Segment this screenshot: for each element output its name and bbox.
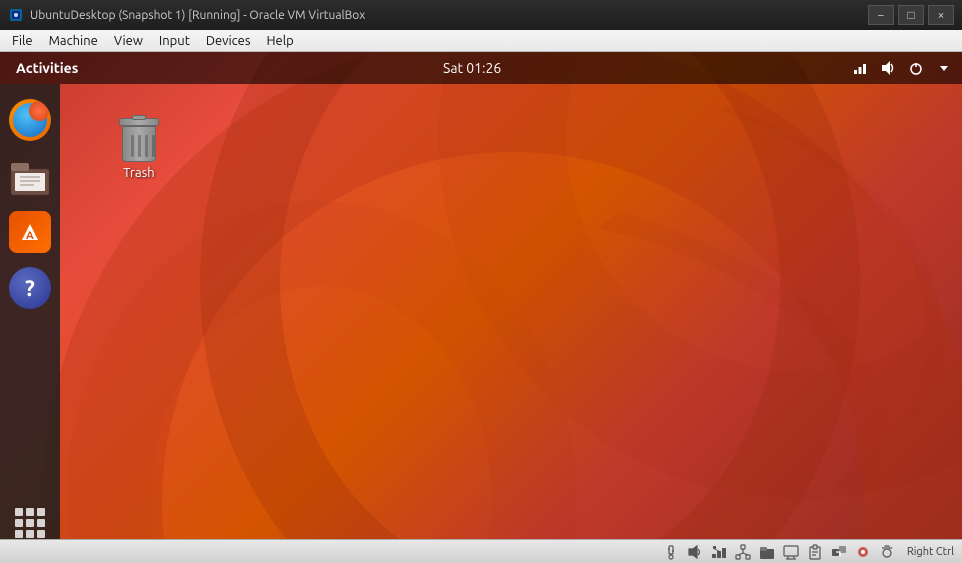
grid-dot <box>26 530 34 538</box>
grid-dot <box>37 530 45 538</box>
power-icon[interactable] <box>906 58 926 78</box>
grid-dot <box>15 530 23 538</box>
trash-handle <box>132 115 146 120</box>
virtualbox-icon <box>8 7 24 23</box>
right-ctrl-label: Right Ctrl <box>907 546 954 558</box>
minimize-button[interactable]: − <box>868 5 894 25</box>
trash-line <box>138 135 141 157</box>
audio-status-icon[interactable] <box>685 543 705 561</box>
grid-dot <box>26 508 34 516</box>
filemanager-icon <box>9 155 51 197</box>
shared-folders-icon[interactable] <box>757 543 777 561</box>
dock-item-firefox[interactable] <box>6 96 54 144</box>
trash-lid <box>119 118 159 126</box>
close-button[interactable]: × <box>928 5 954 25</box>
window-controls: − □ × <box>868 5 954 25</box>
dock-item-help[interactable]: ? <box>6 264 54 312</box>
grid-dot <box>26 519 34 527</box>
display-status-icon[interactable] <box>781 543 801 561</box>
recording-status-icon[interactable] <box>853 543 873 561</box>
window-title: UbuntuDesktop (Snapshot 1) [Running] - O… <box>30 9 868 22</box>
dock-item-filemanager[interactable] <box>6 152 54 200</box>
appstore-icon: A <box>9 211 51 253</box>
activities-button[interactable]: Activities <box>0 52 94 84</box>
volume-icon[interactable] <box>878 58 898 78</box>
vbox-statusbar: Right Ctrl <box>0 539 962 563</box>
dock-item-appstore[interactable]: A <box>6 208 54 256</box>
grid-dot <box>15 519 23 527</box>
trash-desktop-icon[interactable]: Trash <box>115 114 163 184</box>
clock-display: Sat 01:26 <box>443 60 501 76</box>
grid-dot <box>15 508 23 516</box>
firefox-icon <box>9 99 51 141</box>
trash-can-graphic <box>119 118 159 162</box>
grid-dot <box>37 508 45 516</box>
network-icon[interactable] <box>850 58 870 78</box>
grid-dot <box>37 519 45 527</box>
grid-icon <box>15 508 45 538</box>
menu-machine[interactable]: Machine <box>41 30 106 51</box>
menubar: File Machine View Input Devices Help <box>0 30 962 52</box>
trash-lines <box>131 135 155 157</box>
svg-text:A: A <box>26 230 34 242</box>
trash-label: Trash <box>123 166 154 180</box>
usb-status-icon[interactable] <box>661 543 681 561</box>
trash-line <box>145 135 148 157</box>
desktop-area: Trash <box>60 84 962 563</box>
chevron-down-icon[interactable] <box>934 58 954 78</box>
clipboard-status-icon[interactable] <box>805 543 825 561</box>
topbar-system-icons <box>850 58 962 78</box>
titlebar: UbuntuDesktop (Snapshot 1) [Running] - O… <box>0 0 962 30</box>
statusbar-icons: Right Ctrl <box>661 543 954 561</box>
menu-file[interactable]: File <box>4 30 41 51</box>
maximize-button[interactable]: □ <box>898 5 924 25</box>
network2-status-icon[interactable] <box>733 543 753 561</box>
snapshot-status-icon[interactable] <box>877 543 897 561</box>
help-icon: ? <box>9 267 51 309</box>
vm-display: Activities Sat 01:26 <box>0 52 962 563</box>
application-dock: A ? <box>0 84 60 563</box>
trash-line <box>131 135 134 157</box>
menu-view[interactable]: View <box>106 30 151 51</box>
drag-drop-icon[interactable] <box>829 543 849 561</box>
menu-input[interactable]: Input <box>151 30 198 51</box>
gnome-topbar: Activities Sat 01:26 <box>0 52 962 84</box>
menu-help[interactable]: Help <box>259 30 302 51</box>
menu-devices[interactable]: Devices <box>198 30 259 51</box>
network1-status-icon[interactable] <box>709 543 729 561</box>
trash-body <box>122 126 156 162</box>
trash-line <box>152 135 155 157</box>
topbar-clock: Sat 01:26 <box>94 60 850 76</box>
